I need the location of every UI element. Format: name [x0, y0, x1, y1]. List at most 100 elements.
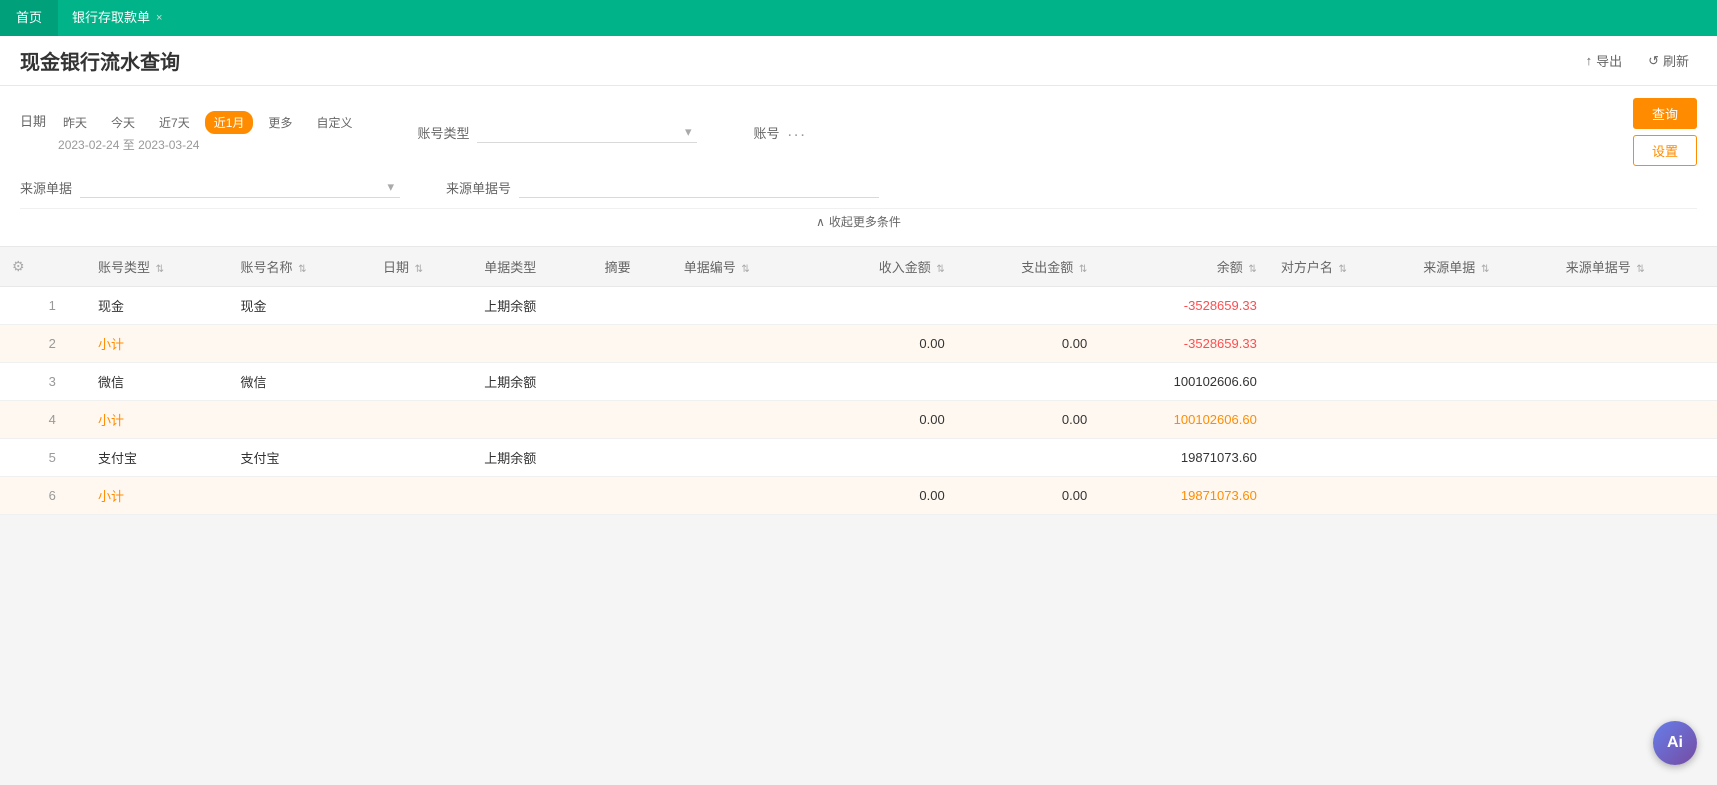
- refresh-label: 刷新: [1663, 51, 1689, 70]
- row-expense: 0.00: [957, 477, 1099, 515]
- row-summary: [593, 287, 672, 325]
- col-source-doc-no-label: 来源单据号: [1566, 260, 1631, 275]
- col-source-doc[interactable]: 来源单据 ⇅: [1411, 247, 1553, 287]
- nav-home[interactable]: 首页: [0, 0, 58, 36]
- account-type-group: 账号类型 ▾: [417, 122, 697, 143]
- export-label: 导出: [1596, 51, 1622, 70]
- source-doc-no-group: 来源单据号: [446, 176, 879, 198]
- row-expense: 0.00: [957, 325, 1099, 363]
- col-settings: ⚙: [0, 247, 37, 287]
- col-counterpart[interactable]: 对方户名 ⇅: [1269, 247, 1411, 287]
- account-group: 账号 ...: [753, 123, 806, 142]
- row-index: 3: [37, 363, 86, 401]
- col-doc-no-label: 单据编号: [684, 260, 736, 275]
- col-account-name-label: 账号名称: [240, 260, 292, 275]
- col-account-type[interactable]: 账号类型 ⇅: [86, 247, 228, 287]
- header-actions: ↑ 导出 ↺ 刷新: [1578, 47, 1697, 74]
- row-settings: [0, 439, 37, 477]
- sort-source-doc-icon: ⇅: [1481, 264, 1489, 275]
- row-income: 0.00: [814, 477, 956, 515]
- row-date: [371, 477, 472, 515]
- row-source-doc-no: [1554, 401, 1717, 439]
- col-doc-no[interactable]: 单据编号 ⇅: [672, 247, 814, 287]
- table-row: 4 小计 0.00 0.00 100102606.60: [0, 401, 1717, 439]
- nav-tab-银行存取款单[interactable]: 银行存取款单×: [58, 0, 202, 36]
- col-doc-type: 单据类型: [472, 247, 592, 287]
- export-icon: ↑: [1586, 53, 1593, 68]
- account-label: 账号: [753, 123, 779, 142]
- row-doc-type: 上期余额: [472, 287, 592, 325]
- row-index: 1: [37, 287, 86, 325]
- collapse-button[interactable]: ∧ 收起更多条件: [20, 208, 1697, 234]
- row-counterpart: [1269, 477, 1411, 515]
- row-source-doc: [1411, 477, 1553, 515]
- col-date[interactable]: 日期 ⇅: [371, 247, 472, 287]
- row-settings: [0, 325, 37, 363]
- date-btn-yesterday[interactable]: 昨天: [54, 111, 96, 134]
- sort-account-name-icon: ⇅: [298, 264, 306, 275]
- row-doc-no: [672, 439, 814, 477]
- account-type-label: 账号类型: [417, 123, 469, 142]
- column-settings-icon[interactable]: ⚙: [12, 258, 25, 274]
- col-income[interactable]: 收入金额 ⇅: [814, 247, 956, 287]
- date-btn-more[interactable]: 更多: [259, 111, 301, 134]
- row-doc-type: [472, 477, 592, 515]
- row-source-doc: [1411, 325, 1553, 363]
- account-type-chevron-icon: ▾: [685, 124, 692, 140]
- col-balance-label: 余额: [1217, 260, 1243, 275]
- row-settings: [0, 401, 37, 439]
- row-source-doc: [1411, 401, 1553, 439]
- row-source-doc-no: [1554, 477, 1717, 515]
- nav-tabs: 收款单×付款单×其他收入单×应收应付调整单×银行存取款单×预收冲应收单×收款核销…: [58, 0, 202, 36]
- date-btn-custom[interactable]: 自定义: [307, 111, 361, 134]
- row-doc-type: [472, 401, 592, 439]
- row-date: [371, 287, 472, 325]
- source-doc-select[interactable]: ▾: [80, 177, 400, 198]
- row-balance: -3528659.33: [1099, 325, 1269, 363]
- row-account-type: 小计: [86, 325, 228, 363]
- col-account-name[interactable]: 账号名称 ⇅: [228, 247, 370, 287]
- row-settings: [0, 363, 37, 401]
- row-balance: 19871073.60: [1099, 439, 1269, 477]
- sort-account-type-icon: ⇅: [156, 264, 164, 275]
- date-btn-1month[interactable]: 近1月: [205, 111, 254, 134]
- action-buttons: 查询 设置: [1633, 98, 1697, 166]
- row-doc-type: 上期余额: [472, 439, 592, 477]
- row-expense: [957, 287, 1099, 325]
- source-doc-group: 来源单据 ▾: [20, 177, 400, 198]
- settings-button[interactable]: 设置: [1633, 135, 1697, 166]
- source-doc-no-input[interactable]: [519, 176, 879, 198]
- source-doc-chevron-icon: ▾: [387, 179, 394, 195]
- col-expense[interactable]: 支出金额 ⇅: [957, 247, 1099, 287]
- col-source-doc-label: 来源单据: [1423, 260, 1475, 275]
- query-button[interactable]: 查询: [1633, 98, 1697, 129]
- filter-row-1: 日期 昨天 今天 近7天 近1月 更多 自定义 2023-02-24 至 202…: [20, 98, 1697, 166]
- row-account-type: 现金: [86, 287, 228, 325]
- col-balance[interactable]: 余额 ⇅: [1099, 247, 1269, 287]
- date-btn-7days[interactable]: 近7天: [150, 111, 199, 134]
- account-type-select[interactable]: ▾: [477, 122, 697, 143]
- row-doc-no: [672, 363, 814, 401]
- row-doc-no: [672, 325, 814, 363]
- row-summary: [593, 401, 672, 439]
- row-expense: 0.00: [957, 401, 1099, 439]
- table-header: ⚙ 账号类型 ⇅ 账号名称 ⇅ 日期 ⇅ 单据类型 摘要 单据编号: [0, 247, 1717, 287]
- col-source-doc-no[interactable]: 来源单据号 ⇅: [1554, 247, 1717, 287]
- row-source-doc-no: [1554, 325, 1717, 363]
- row-account-name: [228, 325, 370, 363]
- date-btn-today[interactable]: 今天: [102, 111, 144, 134]
- row-date: [371, 439, 472, 477]
- row-account-name: 支付宝: [228, 439, 370, 477]
- row-balance: 100102606.60: [1099, 401, 1269, 439]
- table-row: 1 现金 现金 上期余额 -3528659.33: [0, 287, 1717, 325]
- row-expense: [957, 439, 1099, 477]
- account-dots[interactable]: ...: [787, 123, 806, 141]
- row-counterpart: [1269, 287, 1411, 325]
- export-button[interactable]: ↑ 导出: [1578, 47, 1631, 74]
- sort-doc-no-icon: ⇅: [741, 264, 749, 275]
- date-range-display: 2023-02-24 至 2023-03-24: [58, 136, 361, 153]
- row-account-type: 小计: [86, 401, 228, 439]
- ai-assistant-button[interactable]: Ai: [1653, 721, 1697, 765]
- row-account-type: 小计: [86, 477, 228, 515]
- refresh-button[interactable]: ↺ 刷新: [1640, 47, 1697, 74]
